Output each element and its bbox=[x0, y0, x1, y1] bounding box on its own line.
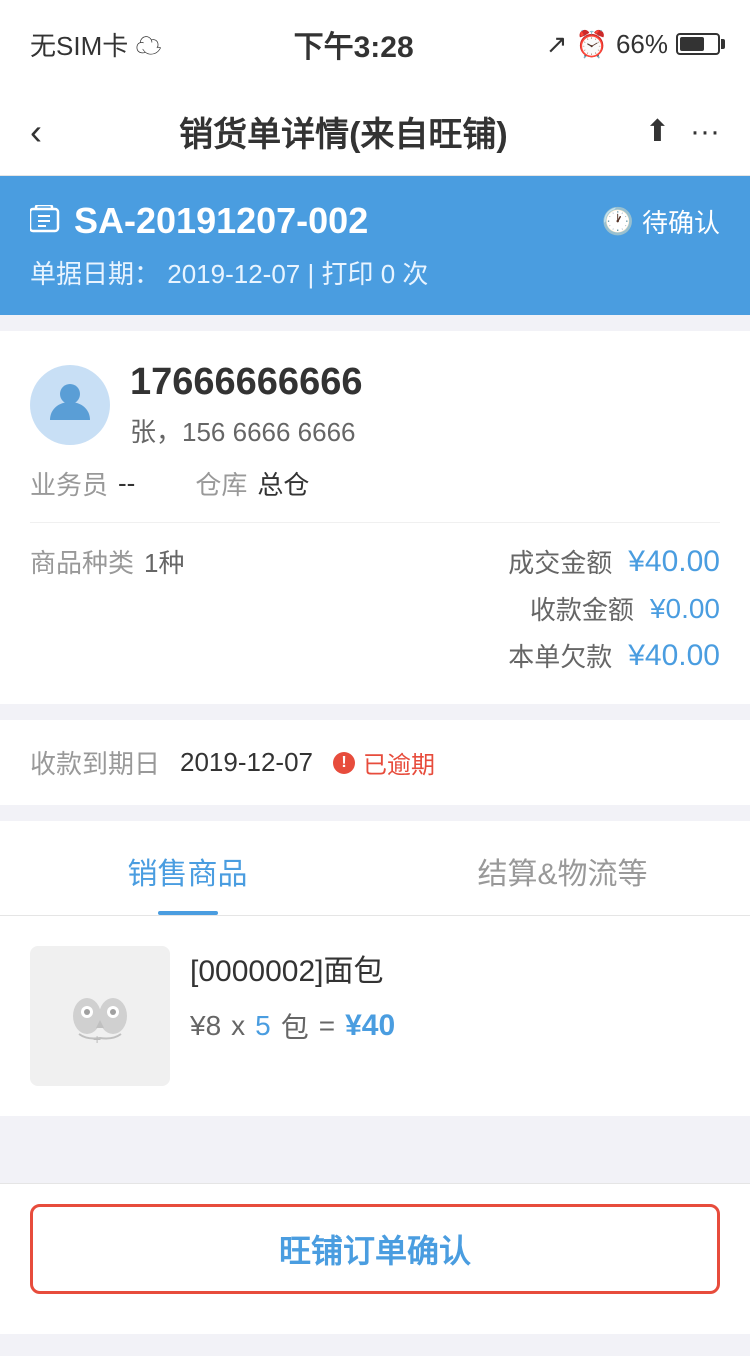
equals-sign: = bbox=[319, 1010, 335, 1042]
owe-amount-value: ¥40.00 bbox=[628, 639, 720, 673]
product-thumbnail: + bbox=[30, 946, 170, 1086]
received-amount-value: ¥0.00 bbox=[650, 593, 720, 625]
divider bbox=[30, 522, 720, 523]
deal-amount-value: ¥40.00 bbox=[628, 545, 720, 579]
product-quantity: 5 bbox=[255, 1010, 271, 1042]
salesperson-value: -- bbox=[118, 468, 135, 499]
order-id: SA-20191207-002 bbox=[30, 200, 368, 242]
order-status: 🕐 待确认 bbox=[602, 203, 720, 240]
deal-amount-item: 成交金额 ¥40.00 bbox=[508, 543, 720, 580]
due-date-label: 收款到期日 bbox=[30, 744, 160, 781]
customer-row: 17666666666 张，156 6666 6666 bbox=[30, 361, 720, 449]
due-date-card: 收款到期日 2019-12-07 ! 已逾期 bbox=[0, 720, 750, 805]
confirm-button[interactable]: 旺铺订单确认 bbox=[30, 1204, 720, 1294]
price-separator: x bbox=[231, 1010, 245, 1042]
overdue-text: 已逾期 bbox=[363, 745, 435, 780]
avatar-icon bbox=[46, 376, 94, 435]
customer-phone: 17666666666 bbox=[130, 361, 362, 404]
customer-card: 17666666666 张，156 6666 6666 业务员 -- 仓库 总仓… bbox=[0, 331, 750, 704]
tabs-header: 销售商品 结算&物流等 bbox=[0, 821, 750, 916]
page-title: 销货单详情(来自旺铺) bbox=[42, 107, 645, 156]
warehouse-value: 总仓 bbox=[257, 465, 309, 502]
customer-details: 17666666666 张，156 6666 6666 bbox=[130, 361, 362, 449]
print-separator: | 打印 bbox=[307, 259, 380, 289]
order-id-row: SA-20191207-002 🕐 待确认 bbox=[30, 200, 720, 242]
order-header: SA-20191207-002 🕐 待确认 单据日期： 2019-12-07 |… bbox=[0, 176, 750, 315]
product-type-section: 商品种类 1种 bbox=[30, 543, 184, 580]
summary-row: 商品种类 1种 成交金额 ¥40.00 收款金额 ¥0.00 本单欠款 ¥40.… bbox=[30, 543, 720, 674]
nav-bar: ‹ 销货单详情(来自旺铺) ⬆ ··· bbox=[0, 88, 750, 176]
location-icon: ↗ bbox=[546, 29, 568, 60]
product-total: ¥40 bbox=[345, 1009, 395, 1043]
warehouse-item: 仓库 总仓 bbox=[195, 465, 309, 502]
received-amount-label: 收款金额 bbox=[530, 590, 634, 627]
salesperson-item: 业务员 -- bbox=[30, 465, 135, 502]
status-right: ↗ ⏰ 66% bbox=[546, 29, 720, 60]
product-type-label: 商品种类 bbox=[30, 543, 134, 580]
battery-icon bbox=[676, 33, 720, 55]
carrier-text: 无SIM卡 ☁ bbox=[30, 26, 161, 63]
date-value: 2019-12-07 bbox=[167, 259, 300, 289]
avatar bbox=[30, 365, 110, 445]
product-type-value: 1种 bbox=[144, 543, 184, 580]
tabs-section: 销售商品 结算&物流等 + [0000002]面包 ¥8 bbox=[0, 821, 750, 1116]
date-label: 单据日期： bbox=[30, 259, 160, 289]
status-left: 无SIM卡 ☁ bbox=[30, 26, 161, 63]
back-button[interactable]: ‹ bbox=[30, 111, 42, 153]
status-bar: 无SIM卡 ☁ 下午3:28 ↗ ⏰ 66% bbox=[0, 0, 750, 88]
salesperson-label: 业务员 bbox=[30, 465, 108, 502]
svg-text:+: + bbox=[93, 1031, 101, 1046]
amount-section: 成交金额 ¥40.00 收款金额 ¥0.00 本单欠款 ¥40.00 bbox=[508, 543, 720, 674]
received-amount-item: 收款金额 ¥0.00 bbox=[530, 590, 720, 627]
bottom-bar: 旺铺订单确认 bbox=[0, 1183, 750, 1334]
product-price-row: ¥8 x 5 包 = ¥40 bbox=[190, 1006, 720, 1046]
product-name: [0000002]面包 bbox=[190, 946, 720, 990]
order-icon bbox=[30, 200, 62, 242]
order-status-text: 待确认 bbox=[642, 203, 720, 240]
status-time: 下午3:28 bbox=[294, 22, 414, 66]
product-item: + [0000002]面包 ¥8 x 5 包 = ¥40 bbox=[0, 916, 750, 1116]
status-clock-icon: 🕐 bbox=[602, 206, 634, 237]
customer-meta: 业务员 -- 仓库 总仓 bbox=[30, 465, 720, 502]
order-date-row: 单据日期： 2019-12-07 | 打印 0 次 bbox=[30, 254, 720, 291]
tab-products[interactable]: 销售商品 bbox=[0, 821, 375, 915]
unit-price: ¥8 bbox=[190, 1010, 221, 1042]
alarm-icon: ⏰ bbox=[576, 29, 608, 60]
print-count: 0 bbox=[381, 259, 395, 289]
share-button[interactable]: ⬆ bbox=[645, 114, 670, 149]
product-info: [0000002]面包 ¥8 x 5 包 = ¥40 bbox=[190, 946, 720, 1046]
owe-amount-item: 本单欠款 ¥40.00 bbox=[508, 637, 720, 674]
customer-name: 张，156 6666 6666 bbox=[130, 412, 362, 449]
due-date-value: 2019-12-07 bbox=[180, 747, 313, 778]
warehouse-label: 仓库 bbox=[195, 465, 247, 502]
tab-settlement[interactable]: 结算&物流等 bbox=[375, 821, 750, 915]
battery-text: 66% bbox=[616, 29, 668, 60]
more-button[interactable]: ··· bbox=[690, 115, 720, 149]
order-id-text: SA-20191207-002 bbox=[74, 200, 368, 242]
battery-fill bbox=[680, 37, 704, 51]
unit-label: 包 bbox=[281, 1006, 309, 1046]
deal-amount-label: 成交金额 bbox=[508, 543, 612, 580]
owe-amount-label: 本单欠款 bbox=[508, 637, 612, 674]
overdue-badge: ! 已逾期 bbox=[333, 745, 435, 780]
print-suffix: 次 bbox=[402, 259, 428, 289]
overdue-icon: ! bbox=[333, 752, 355, 774]
nav-actions: ⬆ ··· bbox=[645, 114, 720, 149]
